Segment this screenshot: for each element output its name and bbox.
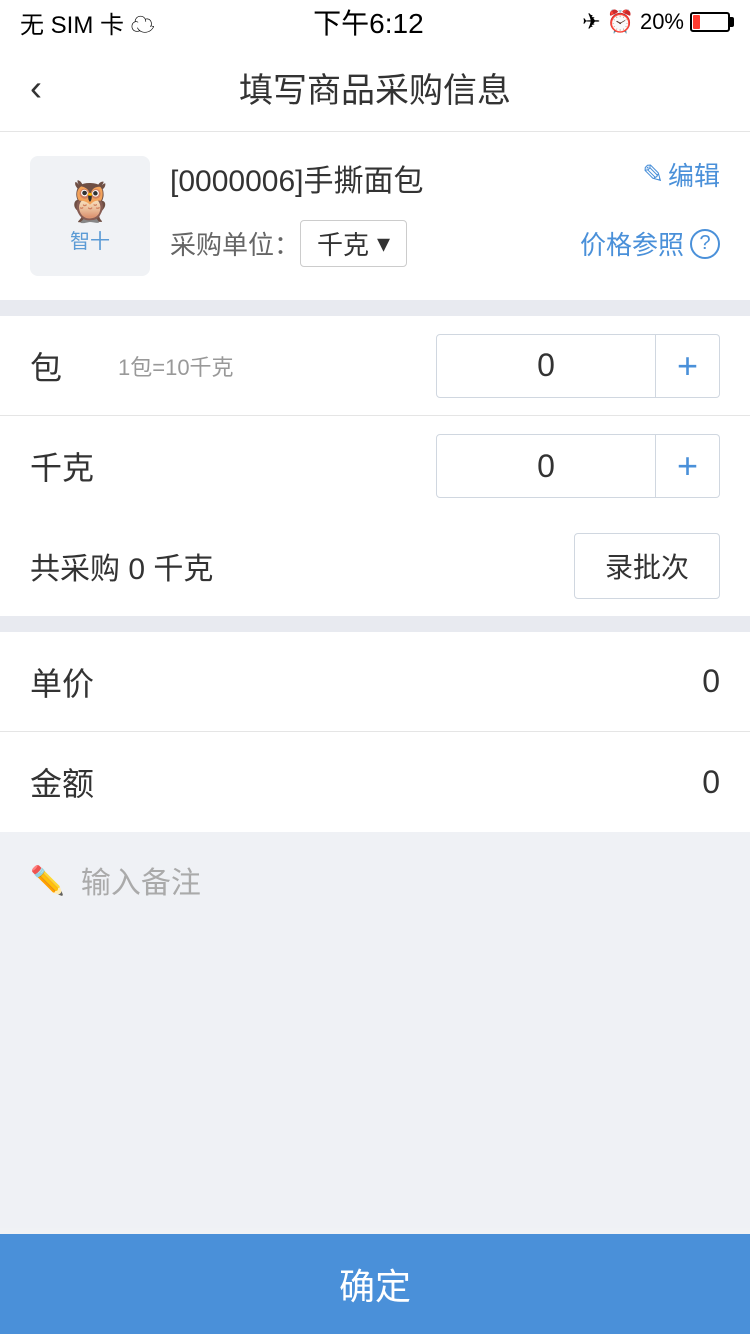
edit-button[interactable]: ✎ 编辑 <box>642 156 720 193</box>
kg-input[interactable] <box>436 434 656 498</box>
amount-row: 金额 0 <box>0 732 750 832</box>
pencil-icon: ✏️ <box>30 864 65 897</box>
price-ref-label: 价格参照 <box>580 225 684 262</box>
nav-bar: ‹ 填写商品采购信息 <box>0 44 750 132</box>
bag-plus-button[interactable]: + <box>656 334 720 398</box>
edit-label: 编辑 <box>668 156 720 193</box>
brand-text: 智十 <box>70 225 110 254</box>
summary-text: 共采购 0 千克 <box>30 544 213 588</box>
alarm-icon: ⏰ <box>607 9 634 35</box>
edit-icon: ✎ <box>642 159 664 190</box>
battery-icon <box>690 12 730 32</box>
back-button[interactable]: ‹ <box>30 67 42 109</box>
divider-1 <box>0 300 750 316</box>
status-left: 无 SIM 卡 ☁ <box>20 5 155 40</box>
product-name: [0000006]手撕面包 <box>170 156 423 200</box>
kg-label: 千克 <box>30 443 110 489</box>
amount-label: 金额 <box>30 759 94 805</box>
unit-price-value: 0 <box>702 663 720 700</box>
status-bar: 无 SIM 卡 ☁ 下午6:12 ✈ ⏰ 20% <box>0 0 750 44</box>
product-info: [0000006]手撕面包 ✎ 编辑 采购单位： 千克 ▾ 价格参照 ? <box>170 156 720 267</box>
bag-input[interactable] <box>436 334 656 398</box>
status-time: 下午6:12 <box>313 2 424 42</box>
amount-value: 0 <box>702 764 720 801</box>
page-title: 填写商品采购信息 <box>239 63 511 112</box>
unit-select[interactable]: 千克 ▾ <box>300 220 407 267</box>
bag-sublabel: 1包=10千克 <box>118 350 234 382</box>
notes-section[interactable]: ✏️ 输入备注 <box>0 832 750 928</box>
unit-price-label: 单价 <box>30 659 94 705</box>
confirm-label: 确定 <box>339 1258 411 1310</box>
notes-placeholder: 输入备注 <box>81 858 201 902</box>
input-section: 包 1包=10千克 + 千克 + <box>0 316 750 516</box>
confirm-button[interactable]: 确定 <box>0 1234 750 1334</box>
summary-row: 共采购 0 千克 录批次 <box>0 516 750 616</box>
product-image: 🦉 智十 <box>30 156 150 276</box>
kg-input-group: + <box>436 434 720 498</box>
bag-input-row: 包 1包=10千克 + <box>0 316 750 416</box>
bag-input-group: + <box>436 334 720 398</box>
batch-button[interactable]: 录批次 <box>574 533 720 599</box>
sim-label: 无 SIM 卡 ☁ <box>20 5 155 40</box>
unit-price-row: 单价 0 <box>0 632 750 732</box>
product-header: [0000006]手撕面包 ✎ 编辑 <box>170 156 720 200</box>
kg-plus-button[interactable]: + <box>656 434 720 498</box>
info-icon: ? <box>690 229 720 259</box>
product-unit-row: 采购单位： 千克 ▾ 价格参照 ? <box>170 220 720 267</box>
unit-label: 采购单位： <box>170 225 300 262</box>
navigation-icon: ✈ <box>582 9 600 35</box>
status-right: ✈ ⏰ 20% <box>582 9 730 35</box>
divider-2 <box>0 616 750 632</box>
bag-label: 包 <box>30 343 110 389</box>
product-logo-icon: 🦉 <box>65 178 115 225</box>
dropdown-icon: ▾ <box>377 228 390 259</box>
empty-space <box>0 928 750 1228</box>
kg-input-row: 千克 + <box>0 416 750 516</box>
battery-percent: 20% <box>640 9 684 35</box>
unit-value: 千克 <box>317 225 369 262</box>
product-section: 🦉 智十 [0000006]手撕面包 ✎ 编辑 采购单位： 千克 ▾ <box>0 132 750 300</box>
price-section: 单价 0 金额 0 <box>0 632 750 832</box>
price-ref-button[interactable]: 价格参照 ? <box>580 225 720 262</box>
